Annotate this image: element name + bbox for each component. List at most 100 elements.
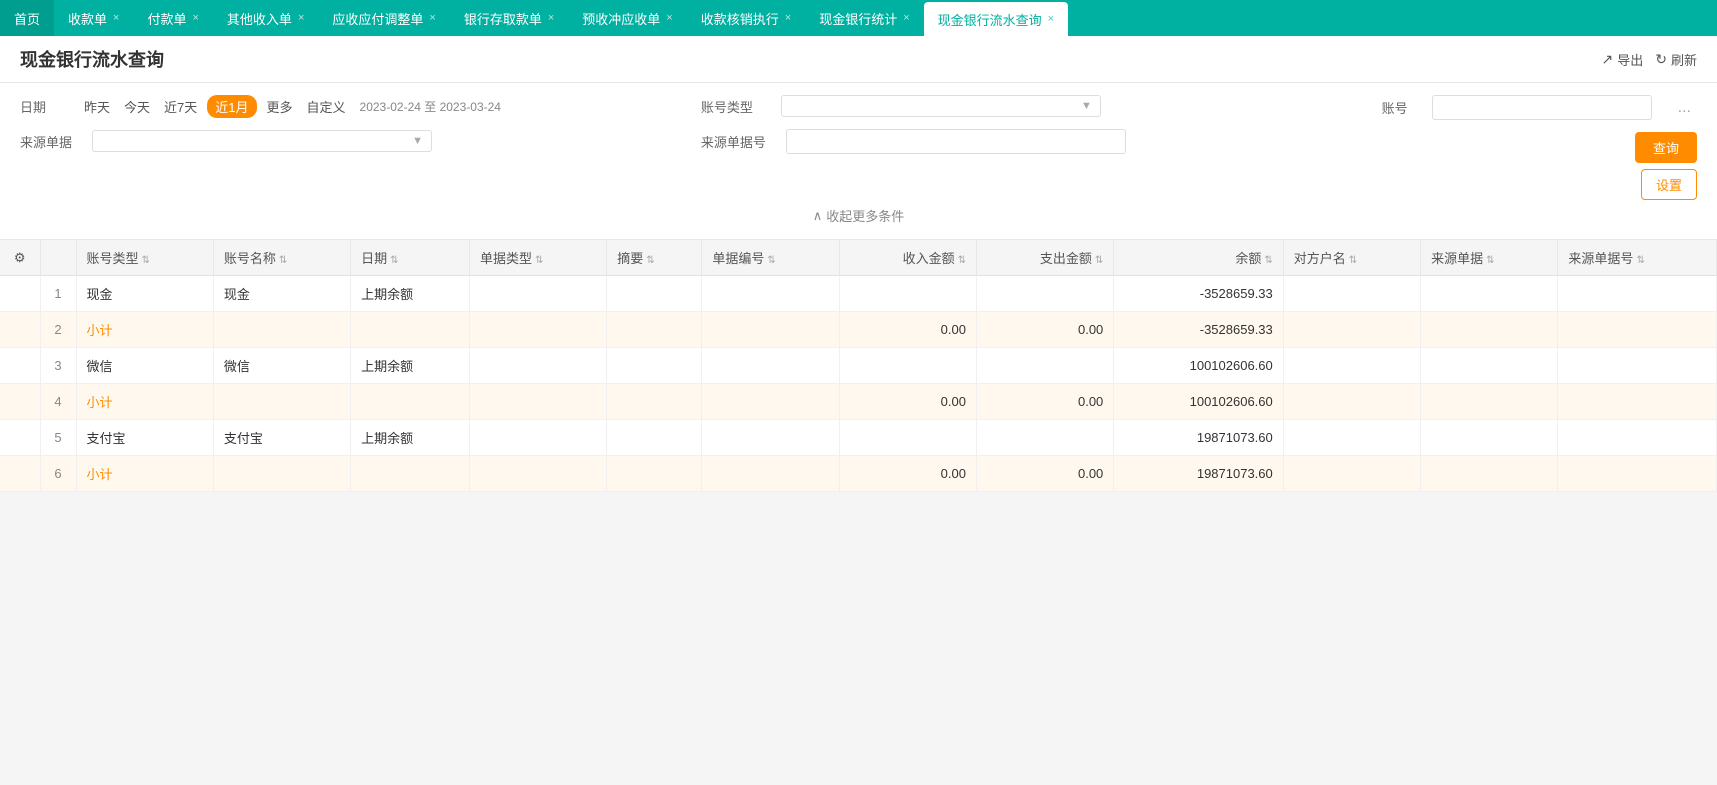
col-expense[interactable]: 支出金额⇅ [976, 240, 1113, 276]
date-yesterday[interactable]: 昨天 [80, 95, 114, 118]
table-cell [351, 456, 470, 492]
nav-other-income-close[interactable]: × [298, 12, 304, 24]
table-cell: 上期余额 [351, 420, 470, 456]
sort-doc-no[interactable]: ⇅ [767, 255, 775, 266]
table-cell: 微信 [213, 348, 350, 384]
source-doc-select[interactable]: ▼ [92, 130, 432, 152]
table-cell [607, 384, 702, 420]
table-cell [702, 348, 839, 384]
nav-cash-flow[interactable]: 现金银行流水查询 × [924, 2, 1068, 36]
table-cell: 0.00 [839, 312, 976, 348]
nav-pre-collect-close[interactable]: × [666, 12, 672, 24]
settings-button[interactable]: 设置 [1641, 169, 1697, 200]
page-header: 现金银行流水查询 ↗ 导出 ↻ 刷新 [0, 36, 1717, 83]
nav-cash-flow-close[interactable]: × [1048, 13, 1054, 25]
sort-source-doc-no[interactable]: ⇅ [1636, 255, 1644, 266]
more-options-dots[interactable]: ... [1678, 99, 1691, 117]
table-row: 4小计0.000.00100102606.60 [0, 384, 1717, 420]
table-cell [1558, 384, 1717, 420]
table-cell: -3528659.33 [1114, 276, 1283, 312]
table-row: 5支付宝支付宝上期余额19871073.60 [0, 420, 1717, 456]
col-balance[interactable]: 余额⇅ [1114, 240, 1283, 276]
table-cell: 小计 [76, 312, 213, 348]
table-cell [213, 312, 350, 348]
col-counterparty[interactable]: 对方户名⇅ [1283, 240, 1420, 276]
col-date[interactable]: 日期⇅ [351, 240, 470, 276]
nav-home[interactable]: 首页 [0, 0, 54, 36]
nav-payment[interactable]: 付款单 × [133, 0, 212, 36]
sort-account-type[interactable]: ⇅ [142, 255, 150, 266]
table-cell: 0.00 [976, 456, 1113, 492]
date-custom[interactable]: 自定义 [303, 95, 350, 118]
date-1month[interactable]: 近1月 [207, 95, 256, 118]
gear-icon[interactable]: ⚙ [14, 250, 26, 265]
collapse-up-icon: ∧ [813, 208, 823, 224]
table-cell: 现金 [76, 276, 213, 312]
table-cell [1421, 456, 1558, 492]
table-cell [1558, 348, 1717, 384]
table-cell [469, 456, 606, 492]
table-cell [1558, 456, 1717, 492]
export-button[interactable]: ↗ 导出 [1602, 50, 1644, 69]
col-income[interactable]: 收入金额⇅ [839, 240, 976, 276]
table-cell: 100102606.60 [1114, 348, 1283, 384]
collapse-bar[interactable]: ∧ 收起更多条件 [20, 200, 1697, 227]
account-input[interactable] [1432, 95, 1652, 120]
col-source-doc[interactable]: 来源单据⇅ [1421, 240, 1558, 276]
table-cell: 0.00 [839, 456, 976, 492]
nav-payment-close[interactable]: × [192, 12, 198, 24]
table-row: 6小计0.000.0019871073.60 [0, 456, 1717, 492]
sort-counterparty[interactable]: ⇅ [1349, 255, 1357, 266]
nav-other-income[interactable]: 其他收入单 × [213, 0, 318, 36]
table-cell: 0.00 [839, 384, 976, 420]
nav-collect-exec[interactable]: 收款核销执行 × [687, 0, 805, 36]
nav-pre-collect[interactable]: 预收冲应收单 × [568, 0, 686, 36]
nav-collect-exec-close[interactable]: × [785, 12, 791, 24]
table-cell [1558, 276, 1717, 312]
table-cell [1558, 312, 1717, 348]
table-cell: 2 [40, 312, 76, 348]
table-cell [607, 312, 702, 348]
nav-receipt[interactable]: 收款单 × [54, 0, 133, 36]
query-button[interactable]: 查询 [1635, 132, 1697, 163]
col-doc-no[interactable]: 单据编号⇅ [702, 240, 839, 276]
table-cell: 4 [40, 384, 76, 420]
sort-doc-type[interactable]: ⇅ [535, 255, 543, 266]
nav-receipt-close[interactable]: × [113, 12, 119, 24]
source-doc-no-input[interactable] [786, 129, 1126, 154]
col-num [40, 240, 76, 276]
nav-cash-stat[interactable]: 现金银行统计 × [805, 0, 923, 36]
sort-source-doc[interactable]: ⇅ [1486, 255, 1494, 266]
date-shortcuts: 昨天 今天 近7天 近1月 更多 自定义 2023-02-24 至 2023-0… [80, 95, 501, 118]
nav-cash-stat-close[interactable]: × [903, 12, 909, 24]
col-doc-type[interactable]: 单据类型⇅ [469, 240, 606, 276]
col-account-name[interactable]: 账号名称⇅ [213, 240, 350, 276]
nav-bank-deposit[interactable]: 银行存取款单 × [450, 0, 568, 36]
sort-date[interactable]: ⇅ [390, 255, 398, 266]
date-today[interactable]: 今天 [120, 95, 154, 118]
table-wrapper: ⚙ 账号类型⇅ 账号名称⇅ 日期⇅ 单据类型⇅ 摘要⇅ [0, 240, 1717, 492]
nav-bank-deposit-close[interactable]: × [548, 12, 554, 24]
sort-summary[interactable]: ⇅ [646, 255, 654, 266]
date-7days[interactable]: 近7天 [160, 95, 201, 118]
table-cell [839, 420, 976, 456]
account-type-select[interactable]: ▼ [781, 95, 1101, 117]
sort-balance[interactable]: ⇅ [1264, 255, 1272, 266]
sort-account-name[interactable]: ⇅ [279, 255, 287, 266]
table-cell [213, 456, 350, 492]
table-cell [702, 420, 839, 456]
table-cell [1283, 348, 1420, 384]
col-summary[interactable]: 摘要⇅ [607, 240, 702, 276]
refresh-button[interactable]: ↻ 刷新 [1655, 50, 1697, 69]
sort-income[interactable]: ⇅ [958, 255, 966, 266]
table-cell [0, 456, 40, 492]
nav-ar-adjust[interactable]: 应收应付调整单 × [318, 0, 449, 36]
col-gear[interactable]: ⚙ [0, 240, 40, 276]
col-source-doc-no[interactable]: 来源单据号⇅ [1558, 240, 1717, 276]
date-more[interactable]: 更多 [263, 95, 297, 118]
nav-ar-adjust-close[interactable]: × [429, 12, 435, 24]
sort-expense[interactable]: ⇅ [1095, 255, 1103, 266]
table-cell: 支付宝 [76, 420, 213, 456]
table-cell: 3 [40, 348, 76, 384]
col-account-type[interactable]: 账号类型⇅ [76, 240, 213, 276]
